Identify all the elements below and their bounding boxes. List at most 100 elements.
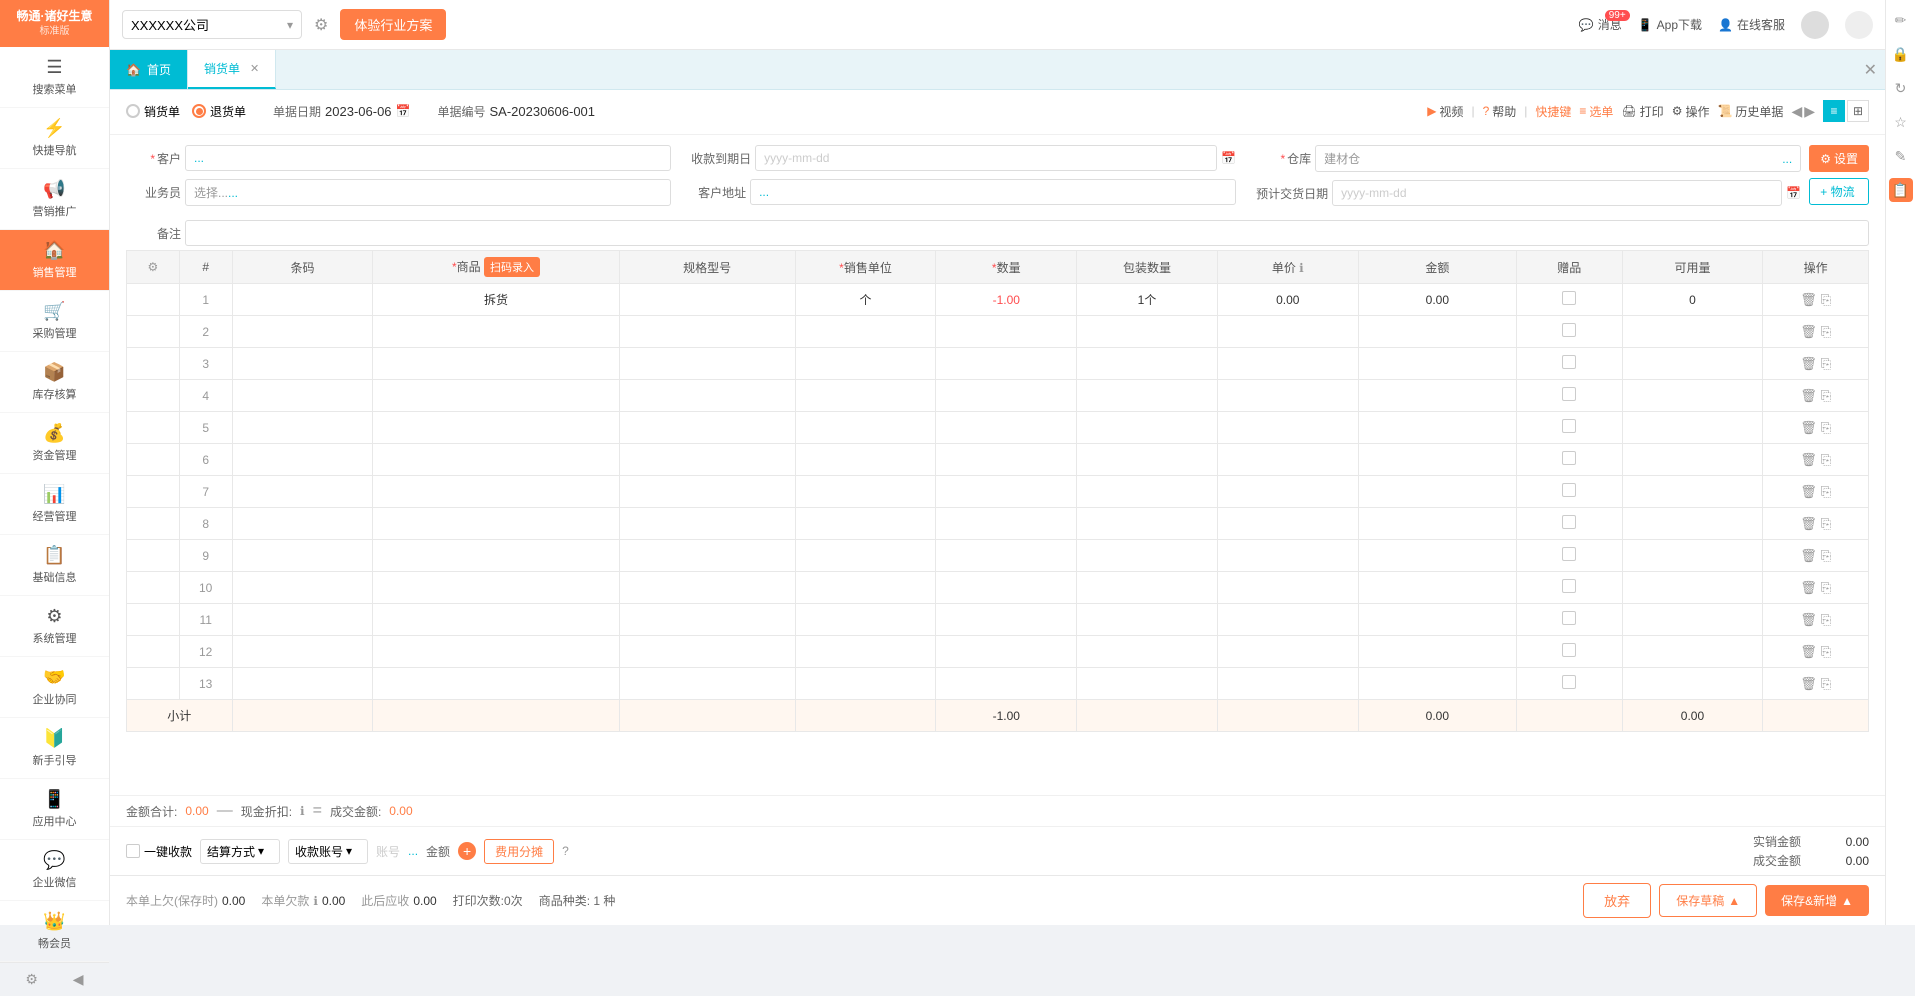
row-qty-cell[interactable] bbox=[936, 476, 1077, 508]
row-gift-cell[interactable] bbox=[1517, 508, 1623, 540]
row-unit-cell[interactable] bbox=[795, 316, 936, 348]
shortcut-btn[interactable]: 快捷键 bbox=[1535, 103, 1571, 120]
row-unit-cell[interactable] bbox=[795, 604, 936, 636]
row-spec-cell[interactable] bbox=[619, 380, 795, 412]
row-product-cell[interactable] bbox=[373, 444, 619, 476]
balance-info-icon[interactable]: ℹ bbox=[313, 894, 318, 908]
row-amount-cell[interactable] bbox=[1358, 668, 1516, 700]
history-btn[interactable]: 📜 历史单据 bbox=[1717, 103, 1783, 120]
row-delete-icon[interactable]: 🗑 bbox=[1800, 388, 1817, 404]
expected-date-calendar-icon[interactable]: 📅 bbox=[1786, 186, 1801, 200]
row-copy-icon[interactable]: ⎘ bbox=[1821, 356, 1831, 372]
row-copy-icon[interactable]: ⎘ bbox=[1821, 388, 1831, 404]
row-spec-cell[interactable] bbox=[619, 348, 795, 380]
row-barcode-cell[interactable] bbox=[232, 476, 373, 508]
row-amount-cell[interactable] bbox=[1358, 476, 1516, 508]
row-copy-icon[interactable]: ⎘ bbox=[1821, 484, 1831, 500]
list-view-btn[interactable]: ≡ bbox=[1823, 100, 1845, 122]
row-price-cell[interactable] bbox=[1217, 316, 1358, 348]
row-gift-cell[interactable] bbox=[1517, 284, 1623, 316]
row-barcode-cell[interactable] bbox=[232, 636, 373, 668]
add-payment-button[interactable]: + bbox=[458, 842, 476, 860]
payment-account-select[interactable]: 收款账号 ▾ bbox=[288, 839, 368, 864]
row-qty-cell[interactable] bbox=[936, 348, 1077, 380]
date-value[interactable]: 2023-06-06 bbox=[325, 104, 392, 119]
gift-checkbox[interactable] bbox=[1562, 355, 1576, 369]
sidebar-item-guide[interactable]: 🔰 新手引导 bbox=[0, 718, 109, 779]
row-spec-cell[interactable] bbox=[619, 508, 795, 540]
user-avatar[interactable] bbox=[1801, 11, 1829, 39]
settings-button[interactable]: ⚙ 设置 bbox=[1809, 145, 1869, 172]
row-qty-cell[interactable] bbox=[936, 316, 1077, 348]
row-amount-cell[interactable]: 0.00 bbox=[1358, 284, 1516, 316]
row-barcode-cell[interactable] bbox=[232, 444, 373, 476]
expected-date-input[interactable]: yyyy-mm-dd bbox=[1332, 180, 1782, 206]
sidebar-item-search-order[interactable]: ☰ 搜索菜单 bbox=[0, 47, 109, 108]
gift-checkbox[interactable] bbox=[1562, 419, 1576, 433]
sidebar-collapse-icon[interactable]: ◀ bbox=[73, 971, 84, 988]
row-barcode-cell[interactable] bbox=[232, 316, 373, 348]
row-copy-icon[interactable]: ⎘ bbox=[1821, 676, 1831, 692]
row-price-cell[interactable] bbox=[1217, 508, 1358, 540]
grid-view-btn[interactable]: ⊞ bbox=[1847, 100, 1869, 122]
price-info-icon[interactable]: ℹ bbox=[1299, 261, 1304, 275]
row-qty-cell[interactable]: -1.00 bbox=[936, 284, 1077, 316]
row-product-cell[interactable] bbox=[373, 572, 619, 604]
sidebar-item-inventory[interactable]: 📦 库存核算 bbox=[0, 352, 109, 413]
row-pkg-cell[interactable] bbox=[1077, 316, 1218, 348]
row-delete-icon[interactable]: 🗑 bbox=[1800, 356, 1817, 372]
row-price-cell[interactable] bbox=[1217, 604, 1358, 636]
row-pkg-cell[interactable] bbox=[1077, 508, 1218, 540]
row-gift-cell[interactable] bbox=[1517, 540, 1623, 572]
row-unit-cell[interactable] bbox=[795, 412, 936, 444]
row-pkg-cell[interactable] bbox=[1077, 380, 1218, 412]
gift-checkbox[interactable] bbox=[1562, 451, 1576, 465]
row-amount-cell[interactable] bbox=[1358, 348, 1516, 380]
row-unit-cell[interactable] bbox=[795, 476, 936, 508]
customer-ellipsis[interactable]: ... bbox=[194, 151, 204, 165]
row-qty-cell[interactable] bbox=[936, 508, 1077, 540]
row-gift-cell[interactable] bbox=[1517, 668, 1623, 700]
row-spec-cell[interactable] bbox=[619, 284, 795, 316]
row-amount-cell[interactable] bbox=[1358, 444, 1516, 476]
row-amount-cell[interactable] bbox=[1358, 572, 1516, 604]
company-selector[interactable]: XXXXXX公司 ▾ bbox=[122, 10, 302, 39]
th-settings[interactable]: ⚙ bbox=[127, 251, 180, 284]
row-unit-cell[interactable]: 个 bbox=[795, 284, 936, 316]
row-spec-cell[interactable] bbox=[619, 668, 795, 700]
row-product-cell[interactable] bbox=[373, 508, 619, 540]
account-ellipsis[interactable]: ... bbox=[408, 844, 418, 858]
row-product-cell[interactable] bbox=[373, 636, 619, 668]
messages-button[interactable]: 💬 消息 99+ bbox=[1579, 16, 1622, 33]
row-copy-icon[interactable]: ⎘ bbox=[1821, 420, 1831, 436]
discount-info-icon[interactable]: ℹ bbox=[300, 804, 305, 818]
save-new-button[interactable]: 保存&新增 ▲ bbox=[1765, 885, 1869, 916]
row-gift-cell[interactable] bbox=[1517, 636, 1623, 668]
column-settings-icon[interactable]: ⚙ bbox=[148, 260, 159, 274]
row-pkg-cell[interactable] bbox=[1077, 604, 1218, 636]
row-product-cell[interactable] bbox=[373, 412, 619, 444]
row-pkg-cell[interactable] bbox=[1077, 348, 1218, 380]
rp-pencil-icon[interactable]: ✎ bbox=[1889, 144, 1913, 168]
radio-sales[interactable]: 销货单 bbox=[126, 103, 180, 120]
row-price-cell[interactable] bbox=[1217, 476, 1358, 508]
row-copy-icon[interactable]: ⎘ bbox=[1821, 548, 1831, 564]
sidebar-item-app-center[interactable]: 📱 应用中心 bbox=[0, 779, 109, 840]
row-amount-cell[interactable] bbox=[1358, 412, 1516, 444]
row-product-cell[interactable] bbox=[373, 540, 619, 572]
row-amount-cell[interactable] bbox=[1358, 316, 1516, 348]
row-copy-icon[interactable]: ⎘ bbox=[1821, 644, 1831, 660]
row-price-cell[interactable] bbox=[1217, 348, 1358, 380]
row-qty-cell[interactable] bbox=[936, 668, 1077, 700]
customer-input[interactable]: ... bbox=[185, 145, 671, 171]
logistics-button[interactable]: + 物流 bbox=[1809, 178, 1869, 205]
tab-home[interactable]: 🏠 首页 bbox=[110, 50, 188, 89]
row-delete-icon[interactable]: 🗑 bbox=[1800, 420, 1817, 436]
row-delete-icon[interactable]: 🗑 bbox=[1800, 292, 1817, 308]
row-price-cell[interactable] bbox=[1217, 412, 1358, 444]
row-gift-cell[interactable] bbox=[1517, 348, 1623, 380]
row-delete-icon[interactable]: 🗑 bbox=[1800, 612, 1817, 628]
row-delete-icon[interactable]: 🗑 bbox=[1800, 644, 1817, 660]
row-spec-cell[interactable] bbox=[619, 572, 795, 604]
gift-checkbox[interactable] bbox=[1562, 611, 1576, 625]
